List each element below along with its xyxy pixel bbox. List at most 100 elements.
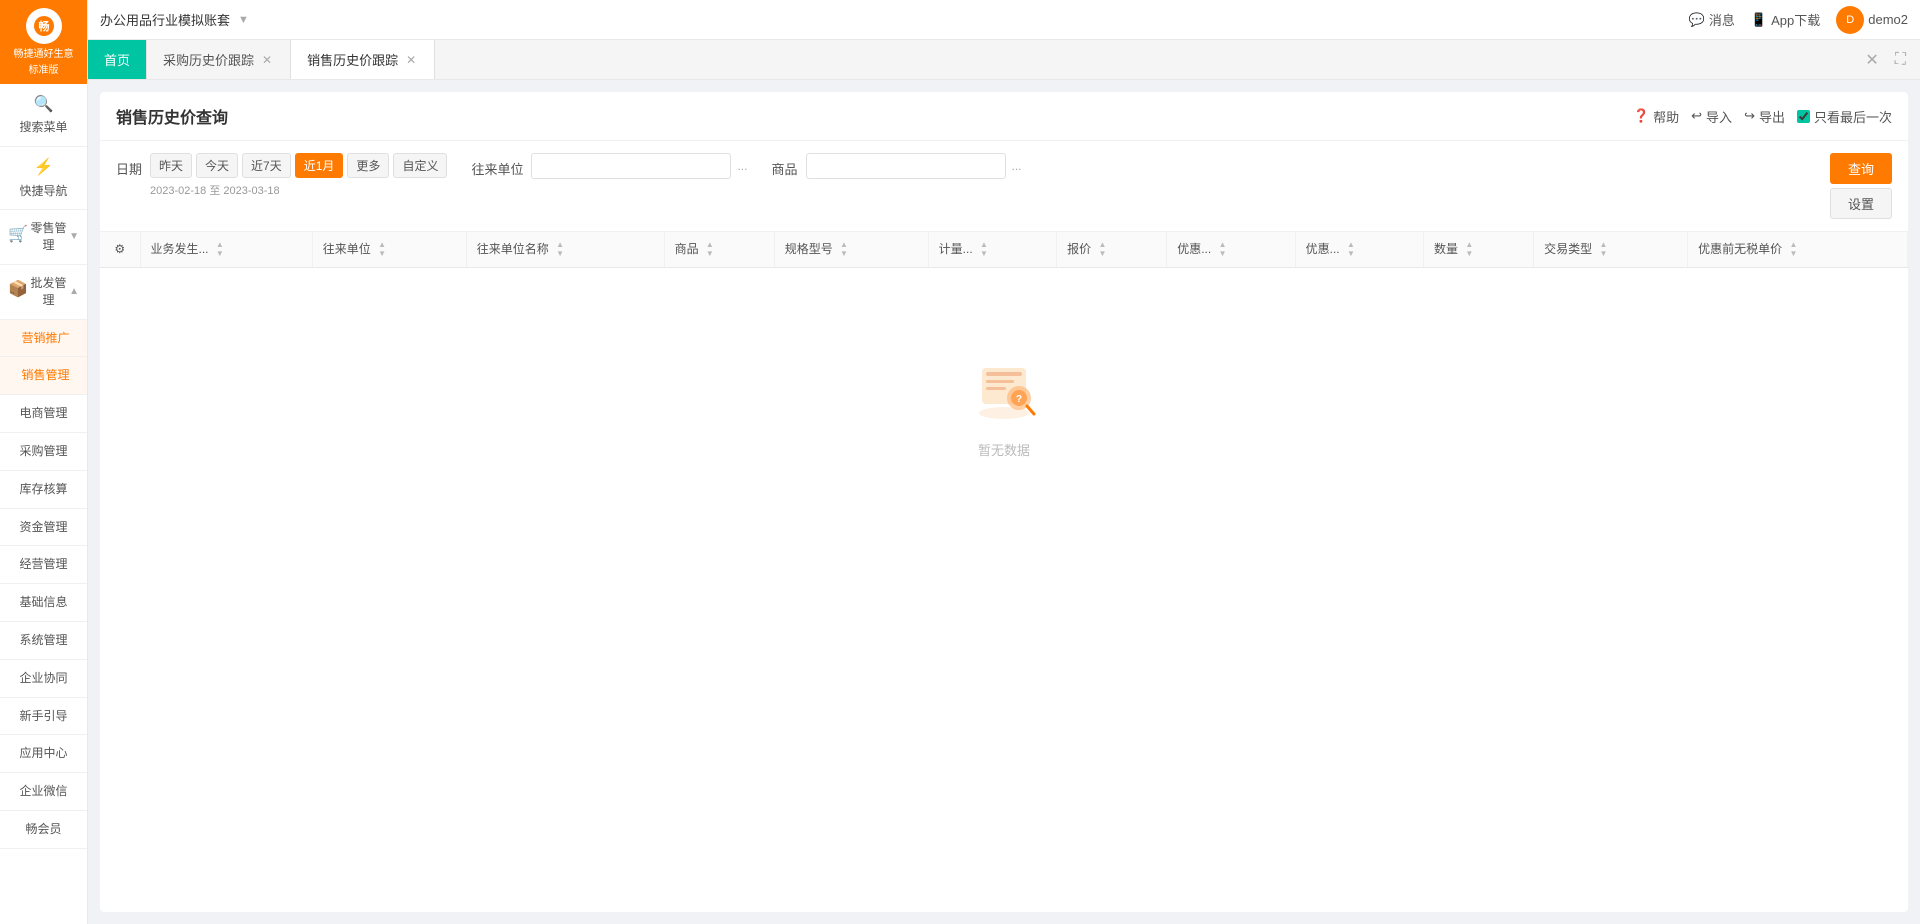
column-pre-tax-price-label: 优惠前无税单价 xyxy=(1698,242,1782,256)
column-qty[interactable]: 数量 ▲▼ xyxy=(1424,232,1534,267)
close-tab-button[interactable]: ✕ xyxy=(1859,48,1884,72)
table-container: ⚙ 业务发生... ▲▼ 往来单位 ▲▼ 往来单位名称 ▲ xyxy=(100,232,1908,539)
column-discount1[interactable]: 优惠... ▲▼ xyxy=(1167,232,1295,267)
sort-icon: ▲▼ xyxy=(216,241,224,259)
custom-btn[interactable]: 自定义 xyxy=(393,153,447,178)
sort-icon: ▲▼ xyxy=(556,241,564,259)
page-title: 销售历史价查询 xyxy=(116,104,228,128)
column-gear[interactable]: ⚙ xyxy=(100,232,140,267)
sort-icon: ▲▼ xyxy=(378,241,386,259)
tab-sales-history[interactable]: 销售历史价跟踪 ✕ xyxy=(291,40,435,79)
tab-purchase-history[interactable]: 采购历史价跟踪 ✕ xyxy=(147,40,291,79)
sidebar-item-label: 基础信息 xyxy=(19,594,67,611)
column-quote-label: 报价 xyxy=(1067,242,1091,256)
sidebar-item-ecommerce-mgmt[interactable]: 电商管理 xyxy=(0,395,87,433)
settings-button[interactable]: 设置 xyxy=(1830,188,1892,219)
column-counterpart-name[interactable]: 往来单位名称 ▲▼ xyxy=(466,232,664,267)
download-icon: 📱 xyxy=(1751,12,1767,28)
main-area: 办公用品行业模拟账套 ▼ 💬 消息 📱 App下载 D demo2 首页 xyxy=(88,0,1920,924)
sidebar-item-purchase-mgmt[interactable]: 采购管理 xyxy=(0,433,87,471)
date-filter-group: 日期 昨天 今天 近7天 近1月 更多 自定义 2023-02-18 至 202… xyxy=(116,153,447,198)
counterpart-filter-group: 往来单位 ... xyxy=(471,153,747,179)
svg-text:?: ? xyxy=(1016,394,1022,405)
goods-input[interactable] xyxy=(806,153,1006,179)
only-last-checkbox[interactable] xyxy=(1797,110,1810,123)
yesterday-btn[interactable]: 昨天 xyxy=(150,153,192,178)
last7days-btn[interactable]: 近7天 xyxy=(242,153,291,178)
sidebar-item-label: 企业微信 xyxy=(19,783,67,800)
sort-icon: ▲▼ xyxy=(980,241,988,259)
column-biz-date-label: 业务发生... xyxy=(151,242,209,256)
dropdown-arrow-icon[interactable]: ▼ xyxy=(238,14,249,26)
goods-ellipsis[interactable]: ... xyxy=(1012,159,1022,173)
counterpart-input[interactable] xyxy=(531,153,731,179)
close-tab-sales-history[interactable]: ✕ xyxy=(404,53,418,67)
column-goods[interactable]: 商品 ▲▼ xyxy=(664,232,774,267)
sidebar-item-label: 营销推广 xyxy=(21,330,69,347)
sidebar-item-label: 批发管理 xyxy=(28,275,69,309)
query-button[interactable]: 查询 xyxy=(1830,153,1892,184)
message-label: 消息 xyxy=(1709,10,1735,29)
column-discount2-label: 优惠... xyxy=(1306,242,1340,256)
only-last-label: 只看最后一次 xyxy=(1814,107,1892,126)
import-button[interactable]: ↩ 导入 xyxy=(1691,107,1732,126)
export-button[interactable]: ↪ 导出 xyxy=(1744,107,1785,126)
sidebar-item-member[interactable]: 畅会员 xyxy=(0,811,87,849)
sidebar-item-retail-mgmt[interactable]: 🛒 零售管理 ▼ xyxy=(0,210,87,265)
column-trade-type[interactable]: 交易类型 ▲▼ xyxy=(1534,232,1688,267)
tab-home-label: 首页 xyxy=(104,50,130,69)
table-header-row: ⚙ 业务发生... ▲▼ 往来单位 ▲▼ 往来单位名称 ▲ xyxy=(100,232,1908,267)
sidebar-item-quick-nav[interactable]: ⚡ 快捷导航 xyxy=(0,147,87,210)
sidebar-item-newbie-guide[interactable]: 新手引导 xyxy=(0,698,87,736)
column-biz-date[interactable]: 业务发生... ▲▼ xyxy=(140,232,312,267)
close-tab-purchase-history[interactable]: ✕ xyxy=(260,53,274,67)
sort-icon: ▲▼ xyxy=(706,241,714,259)
tabbar: 首页 采购历史价跟踪 ✕ 销售历史价跟踪 ✕ ✕ ⛶ xyxy=(88,40,1920,80)
sidebar-item-enterprise-collab[interactable]: 企业协同 xyxy=(0,660,87,698)
sidebar-item-sales-mgmt[interactable]: 销售管理 xyxy=(0,357,87,395)
export-icon: ↪ xyxy=(1744,108,1755,124)
sort-icon: ▲▼ xyxy=(1600,241,1608,259)
counterpart-ellipsis[interactable]: ... xyxy=(737,159,747,173)
sidebar-item-inventory[interactable]: 库存核算 xyxy=(0,471,87,509)
sidebar-item-label: 采购管理 xyxy=(19,443,67,460)
sidebar-item-enterprise-wechat[interactable]: 企业微信 xyxy=(0,773,87,811)
user-menu[interactable]: D demo2 xyxy=(1836,6,1908,34)
maximize-button[interactable]: ⛶ xyxy=(1889,49,1912,71)
tabbar-actions: ✕ ⛶ xyxy=(1859,48,1920,72)
column-discount1-label: 优惠... xyxy=(1177,242,1211,256)
more-btn[interactable]: 更多 xyxy=(347,153,389,178)
sort-icon: ▲▼ xyxy=(1465,241,1473,259)
avatar: D xyxy=(1836,6,1864,34)
tab-home[interactable]: 首页 xyxy=(88,40,147,79)
sidebar-item-basic-info[interactable]: 基础信息 xyxy=(0,584,87,622)
sidebar-item-search-menu[interactable]: 🔍 搜索菜单 xyxy=(0,84,87,147)
help-button[interactable]: ❓ 帮助 xyxy=(1633,107,1679,126)
column-unit[interactable]: 计量... ▲▼ xyxy=(928,232,1056,267)
last1month-btn[interactable]: 近1月 xyxy=(295,153,344,178)
message-button[interactable]: 💬 消息 xyxy=(1689,10,1735,29)
quick-nav-icon: ⚡ xyxy=(34,157,54,179)
import-label: 导入 xyxy=(1706,107,1732,126)
only-last-checkbox-label[interactable]: 只看最后一次 xyxy=(1797,107,1892,126)
sort-icon: ▲▼ xyxy=(1789,241,1797,259)
column-counterpart-code[interactable]: 往来单位 ▲▼ xyxy=(312,232,466,267)
today-btn[interactable]: 今天 xyxy=(196,153,238,178)
sidebar-item-wholesale-mgmt[interactable]: 📦 批发管理 ▲ xyxy=(0,265,87,320)
sidebar-item-ops-mgmt[interactable]: 经营管理 xyxy=(0,546,87,584)
column-goods-label: 商品 xyxy=(675,242,699,256)
date-label: 日期 xyxy=(116,153,142,178)
app-download-button[interactable]: 📱 App下载 xyxy=(1751,10,1820,29)
column-spec[interactable]: 规格型号 ▲▼ xyxy=(774,232,928,267)
sidebar-item-app-center[interactable]: 应用中心 xyxy=(0,735,87,773)
column-quote[interactable]: 报价 ▲▼ xyxy=(1057,232,1167,267)
empty-text: 暂无数据 xyxy=(978,440,1030,459)
sidebar-item-marketing[interactable]: 营销推广 xyxy=(0,320,87,358)
sidebar-item-system-mgmt[interactable]: 系统管理 xyxy=(0,622,87,660)
column-pre-tax-price[interactable]: 优惠前无税单价 ▲▼ xyxy=(1688,232,1908,267)
sidebar-item-finance-mgmt[interactable]: 资金管理 xyxy=(0,509,87,547)
column-trade-type-label: 交易类型 xyxy=(1544,242,1592,256)
column-discount2[interactable]: 优惠... ▲▼ xyxy=(1295,232,1423,267)
sidebar-item-label: 新手引导 xyxy=(19,708,67,725)
help-icon: ❓ xyxy=(1633,108,1649,124)
